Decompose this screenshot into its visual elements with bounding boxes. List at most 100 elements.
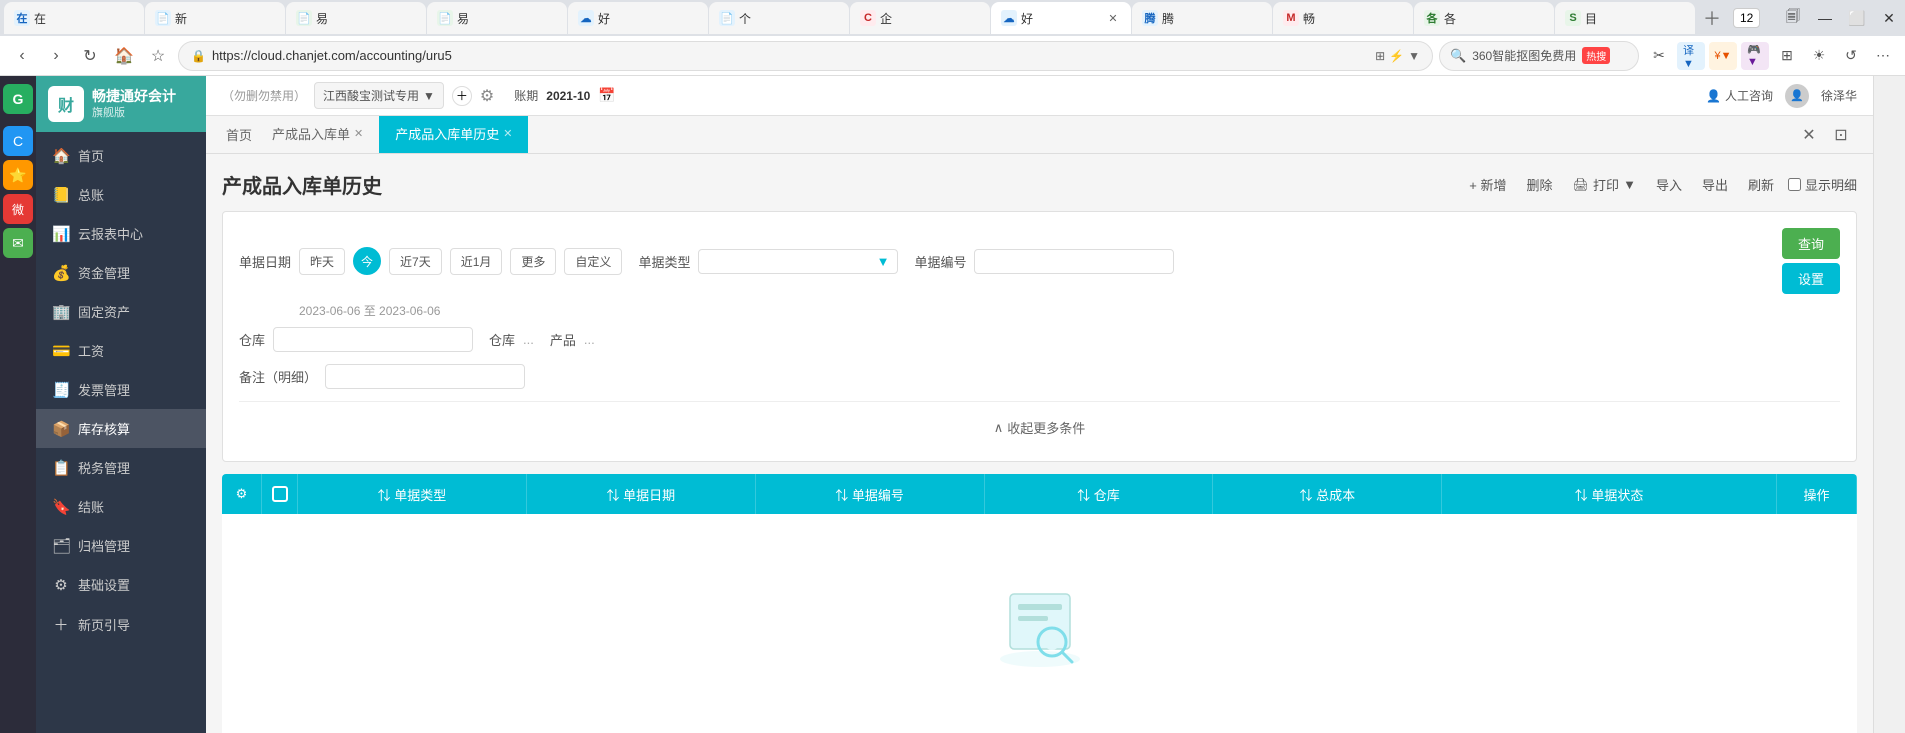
set-button[interactable]: 设置	[1782, 263, 1840, 294]
sidebar-item-archive[interactable]: 🗂 归档管理	[36, 526, 206, 565]
date-custom-btn[interactable]: 自定义	[564, 248, 622, 275]
refresh-button[interactable]: 刷新	[1742, 171, 1780, 198]
th-code[interactable]: ⇅ 单据编号	[756, 474, 985, 514]
code-filter-input[interactable]	[974, 249, 1174, 274]
date-today-btn[interactable]: 今	[353, 247, 381, 275]
url-bar[interactable]: 🔒 https://cloud.chanjet.com/accounting/u…	[178, 41, 1433, 71]
tab-10[interactable]: M 畅	[1273, 2, 1413, 34]
th-date[interactable]: ⇅ 单据日期	[527, 474, 756, 514]
tab-7[interactable]: C 企	[850, 2, 990, 34]
breadcrumb-home[interactable]: 首页	[222, 117, 256, 152]
tab-3[interactable]: 📄 易	[286, 2, 426, 34]
date-yesterday-btn[interactable]: 昨天	[299, 248, 345, 275]
grid-view-icon[interactable]: ⊞	[1773, 42, 1801, 70]
grid-icon[interactable]: ⊞	[1375, 49, 1385, 63]
company-select[interactable]: 江西酸宝测试专用 ▼	[314, 82, 444, 109]
date-more-btn[interactable]: 更多	[510, 248, 556, 275]
game-icon[interactable]: 🎮▼	[1741, 42, 1769, 70]
query-button[interactable]: 查询	[1782, 228, 1840, 259]
search-bar[interactable]: 🔍 360智能抠图免费用 热搜	[1439, 41, 1639, 71]
warehouse-filter-input[interactable]	[273, 327, 473, 352]
export-button[interactable]: 导出	[1696, 171, 1734, 198]
settings-icon[interactable]: ⋯	[1869, 42, 1897, 70]
collapse-button[interactable]: ∧ 收起更多条件	[239, 410, 1840, 445]
scissors-icon[interactable]: ✂	[1645, 42, 1673, 70]
sidebar-item-home[interactable]: 🏠 首页	[36, 136, 206, 175]
sidebar-item-invoice-label: 发票管理	[78, 380, 130, 399]
refresh-button[interactable]: ↻	[76, 42, 104, 70]
th-check[interactable]	[262, 474, 298, 514]
tab-12[interactable]: S 目	[1555, 2, 1695, 34]
print-button[interactable]: 🖨 打印 ▼	[1567, 171, 1642, 198]
restore-icon[interactable]: 🗐	[1781, 6, 1805, 30]
sidebar-item-finance[interactable]: 💰 资金管理	[36, 253, 206, 292]
tab-1[interactable]: 在 在	[4, 2, 144, 34]
delete-button[interactable]: 删除	[1521, 171, 1559, 198]
forward-button[interactable]: ›	[42, 42, 70, 70]
tab-9[interactable]: 腾 腾	[1132, 2, 1272, 34]
th-warehouse[interactable]: ⇅ 仓库	[985, 474, 1214, 514]
sidebar-item-tax[interactable]: 📋 税务管理	[36, 448, 206, 487]
show-detail-checkbox[interactable]	[1788, 178, 1801, 191]
th-status[interactable]: ⇅ 单据状态	[1442, 474, 1777, 514]
app-icon-weibo[interactable]: 微	[3, 194, 33, 224]
sidebar-item-assets[interactable]: 🏢 固定资产	[36, 292, 206, 331]
user-avatar[interactable]: 👤	[1785, 84, 1809, 108]
sidebar-item-payroll[interactable]: 💳 工资	[36, 331, 206, 370]
th-cost[interactable]: ⇅ 总成本	[1213, 474, 1442, 514]
sidebar-item-inventory[interactable]: 📦 库存核算	[36, 409, 206, 448]
close-window-icon[interactable]: ✕	[1877, 6, 1901, 30]
tab-2[interactable]: 📄 新	[145, 2, 285, 34]
select-all-checkbox[interactable]	[272, 486, 288, 502]
brightness-icon[interactable]: ☀	[1805, 42, 1833, 70]
new-tab-button[interactable]: ＋	[1696, 2, 1728, 34]
expand-panel-button[interactable]: ⊡	[1825, 119, 1857, 151]
page-tab-list-close[interactable]: ✕	[354, 127, 363, 140]
show-detail-toggle[interactable]: 显示明细	[1788, 175, 1857, 194]
translate-icon[interactable]: 译▼	[1677, 42, 1705, 70]
tab-11[interactable]: 各 各	[1414, 2, 1554, 34]
new-button[interactable]: + 新增	[1463, 171, 1512, 198]
close-panel-button[interactable]: ✕	[1793, 119, 1825, 151]
tab-5[interactable]: ☁ 好	[568, 2, 708, 34]
dropdown-icon[interactable]: ▼	[1408, 49, 1420, 63]
home-button[interactable]: 🏠	[110, 42, 138, 70]
app-icon-chanjet[interactable]: C	[3, 126, 33, 156]
add-company-button[interactable]: ＋	[452, 86, 472, 106]
maximize-icon[interactable]: ⬜	[1845, 6, 1869, 30]
product-ellipsis[interactable]: ...	[584, 332, 595, 347]
tab-4[interactable]: 📄 易	[427, 2, 567, 34]
page-tab-history[interactable]: 产成品入库单历史 ✕	[379, 116, 528, 153]
currency-icon[interactable]: ¥▼	[1709, 42, 1737, 70]
sidebar-item-more[interactable]: ＋ 新页引导	[36, 604, 206, 645]
tab-6[interactable]: 📄 个	[709, 2, 849, 34]
sidebar-item-settings[interactable]: ⚙ 基础设置	[36, 565, 206, 604]
warehouse-ellipsis[interactable]: ...	[523, 332, 534, 347]
calendar-icon[interactable]: 📅	[598, 87, 615, 104]
app-icon-star[interactable]: ⭐	[3, 160, 33, 190]
tab-8-close[interactable]: ✕	[1105, 10, 1121, 26]
back2-icon[interactable]: ↺	[1837, 42, 1865, 70]
bookmark-button[interactable]: ☆	[144, 42, 172, 70]
app-icon-mail[interactable]: ✉	[3, 228, 33, 258]
sidebar-item-invoice[interactable]: 🧾 发票管理	[36, 370, 206, 409]
import-button[interactable]: 导入	[1650, 171, 1688, 198]
lightning-icon[interactable]: ⚡	[1389, 49, 1404, 63]
tab-8[interactable]: ☁ 好 ✕	[991, 2, 1131, 34]
sidebar-item-reports[interactable]: 📊 云报表中心	[36, 214, 206, 253]
th-type[interactable]: ⇅ 单据类型	[298, 474, 527, 514]
topbar-settings-icon[interactable]: ⚙	[480, 86, 494, 106]
minimize-icon[interactable]: —	[1813, 6, 1837, 30]
user-service-button[interactable]: 👤 人工咨询	[1706, 87, 1773, 104]
back-button[interactable]: ‹	[8, 42, 36, 70]
sidebar-item-settlement[interactable]: 🔖 结账	[36, 487, 206, 526]
type-select[interactable]: ▼	[698, 249, 898, 274]
th-settings[interactable]: ⚙	[222, 474, 262, 514]
page-tab-list[interactable]: 产成品入库单 ✕	[256, 116, 379, 153]
date-7days-btn[interactable]: 近7天	[389, 248, 442, 275]
app-icon-main[interactable]: G	[3, 84, 33, 114]
page-tab-history-close[interactable]: ✕	[503, 127, 512, 140]
date-1month-btn[interactable]: 近1月	[450, 248, 503, 275]
sidebar-item-ledger[interactable]: 📒 总账	[36, 175, 206, 214]
note-detail-input[interactable]	[325, 364, 525, 389]
